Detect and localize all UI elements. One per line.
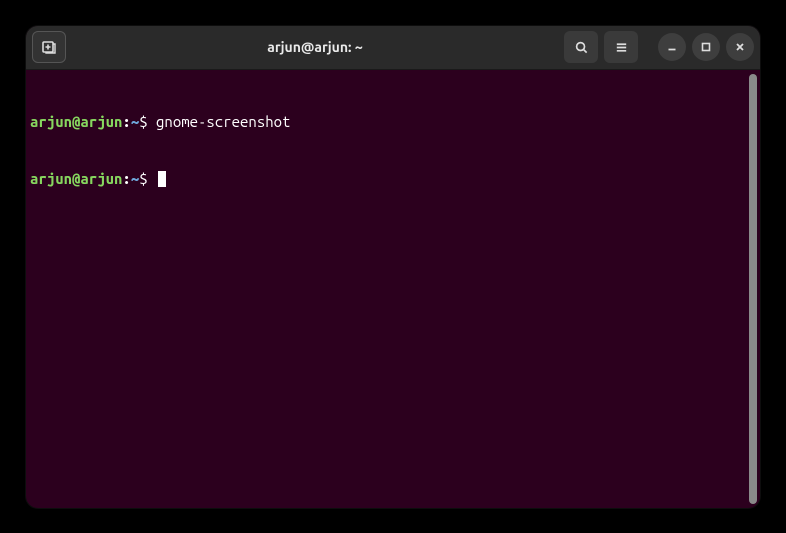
maximize-button[interactable] (692, 33, 720, 61)
prompt-user-host: arjun@arjun (30, 113, 122, 130)
scrollbar[interactable] (748, 74, 758, 504)
new-tab-button[interactable] (32, 31, 66, 63)
terminal-window: arjun@arjun: ~ (26, 26, 760, 508)
window-title: arjun@arjun: ~ (66, 39, 564, 55)
prompt-dollar: $ (139, 113, 156, 130)
prompt-cwd: ~ (131, 113, 139, 130)
search-icon (574, 40, 589, 55)
prompt-cwd: ~ (131, 170, 139, 187)
terminal-content[interactable]: arjun@arjun:~$ gnome-screenshot arjun@ar… (28, 74, 748, 504)
minimize-button[interactable] (658, 33, 686, 61)
scrollbar-thumb[interactable] (749, 74, 757, 504)
command-text: gnome-screenshot (156, 113, 290, 130)
close-button[interactable] (726, 33, 754, 61)
prompt-user-host: arjun@arjun (30, 170, 122, 187)
terminal-line: arjun@arjun:~$ (30, 169, 746, 188)
minimize-icon (666, 41, 678, 53)
prompt-colon: : (122, 113, 130, 130)
titlebar-left (32, 31, 66, 63)
prompt-dollar: $ (139, 170, 156, 187)
terminal-line: arjun@arjun:~$ gnome-screenshot (30, 112, 746, 131)
titlebar-right (564, 31, 754, 63)
menu-button[interactable] (604, 31, 638, 63)
search-button[interactable] (564, 31, 598, 63)
maximize-icon (700, 41, 712, 53)
terminal-cursor (158, 171, 166, 187)
new-tab-icon (41, 39, 57, 55)
prompt-colon: : (122, 170, 130, 187)
titlebar: arjun@arjun: ~ (26, 26, 760, 70)
terminal-body[interactable]: arjun@arjun:~$ gnome-screenshot arjun@ar… (26, 70, 760, 508)
close-icon (734, 41, 746, 53)
hamburger-menu-icon (614, 40, 629, 55)
